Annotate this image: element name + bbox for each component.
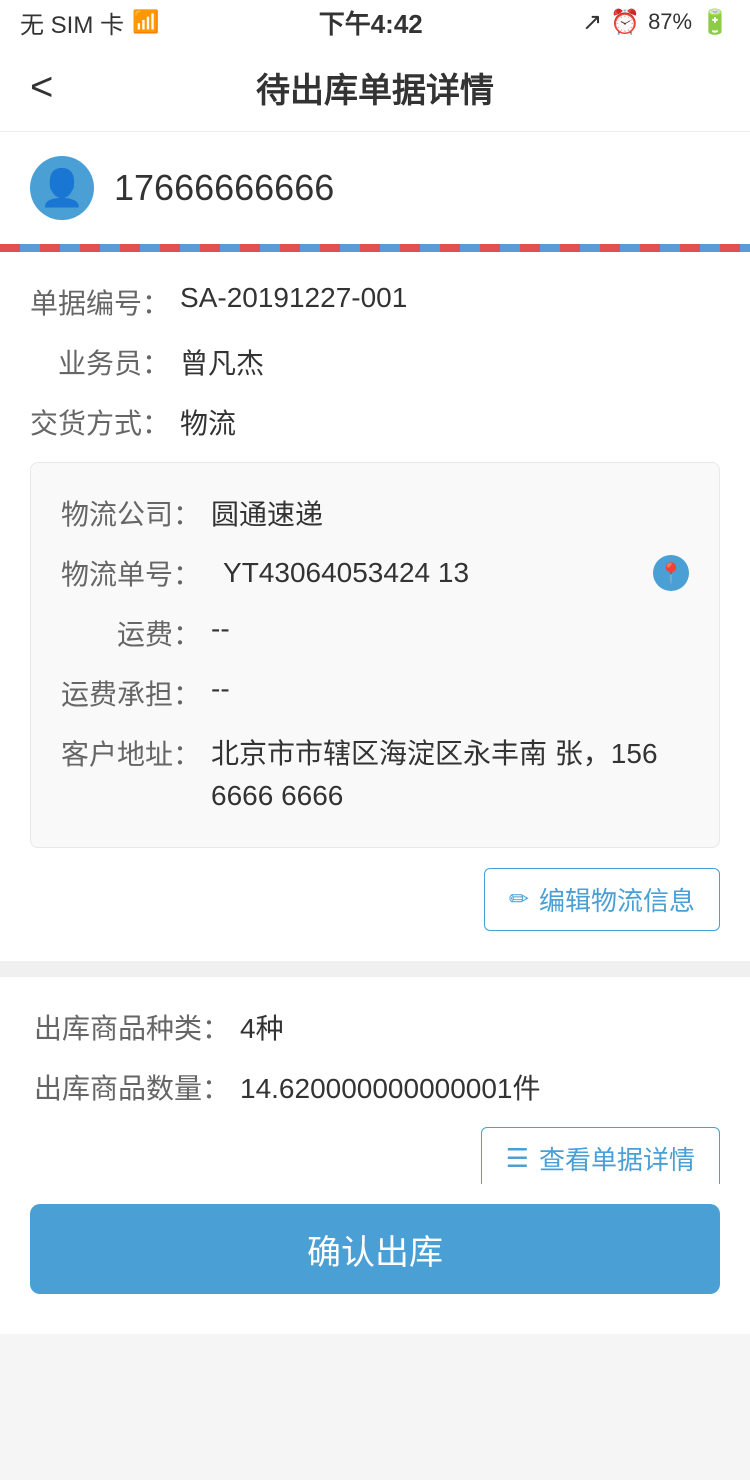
edit-btn-label: 编辑物流信息	[539, 881, 695, 918]
view-detail-button[interactable]: ☰ 查看单据详情	[481, 1127, 720, 1190]
goods-quantity-value: 14.620000000000001件	[240, 1067, 720, 1107]
customer-header: 👤 17666666666	[0, 132, 750, 244]
nav-bar: < 待出库单据详情	[0, 44, 750, 132]
view-detail-btn-row: ☰ 查看单据详情	[30, 1127, 720, 1190]
delivery-label: 交货方式：	[30, 402, 170, 442]
tracking-no-value: YT43064053424 13	[223, 557, 641, 589]
location-icon[interactable]: 📍	[653, 555, 689, 591]
order-no-label: 单据编号：	[30, 282, 170, 322]
salesperson-label: 业务员：	[30, 342, 170, 382]
avatar-icon: 👤	[40, 167, 85, 209]
freight-bear-value: --	[211, 673, 689, 705]
address-label: 客户地址：	[61, 733, 201, 773]
confirm-outbound-button[interactable]: 确认出库	[30, 1204, 720, 1294]
address-row: 客户地址： 北京市市辖区海淀区永丰南 张，156 6666 6666	[61, 733, 689, 817]
status-right: ↗ ⏰ 87% 🔋	[582, 8, 730, 37]
freight-row: 运费： --	[61, 613, 689, 653]
status-left: 无 SIM 卡 📶	[20, 5, 159, 40]
wifi-icon: 📶	[132, 9, 159, 35]
delivery-row: 交货方式： 物流	[30, 402, 720, 442]
location-icon: ↗	[582, 8, 602, 37]
company-value: 圆通速递	[211, 493, 689, 533]
company-label: 物流公司：	[61, 493, 201, 533]
company-row: 物流公司： 圆通速递	[61, 493, 689, 533]
view-detail-label: 查看单据详情	[539, 1140, 695, 1177]
delivery-value: 物流	[180, 402, 720, 442]
alarm-icon: ⏰	[610, 8, 640, 37]
tracking-row: 物流单号： YT43064053424 13 📍	[61, 553, 689, 593]
freight-bear-label: 运费承担：	[61, 673, 201, 713]
order-no-row: 单据编号： SA-20191227-001	[30, 282, 720, 322]
logistics-card: 物流公司： 圆通速递 物流单号： YT43064053424 13 📍 运费： …	[30, 462, 720, 848]
carrier-text: 无 SIM 卡	[20, 5, 124, 40]
goods-types-label: 出库商品种类：	[30, 1007, 230, 1047]
goods-quantity-label: 出库商品数量：	[30, 1067, 230, 1107]
edit-icon: ✏	[509, 885, 529, 914]
confirm-btn-label: 确认出库	[307, 1225, 443, 1274]
tracking-label: 物流单号：	[61, 553, 201, 593]
dashed-divider	[0, 244, 750, 252]
battery-text: 87%	[648, 9, 692, 35]
section-divider	[0, 961, 750, 977]
basic-info-section: 单据编号： SA-20191227-001 业务员： 曾凡杰 交货方式： 物流 …	[0, 252, 750, 961]
salesperson-value: 曾凡杰	[180, 342, 720, 382]
salesperson-row: 业务员： 曾凡杰	[30, 342, 720, 382]
freight-label: 运费：	[61, 613, 201, 653]
goods-types-value: 4种	[240, 1007, 720, 1047]
customer-phone: 17666666666	[114, 167, 334, 209]
back-button[interactable]: <	[30, 65, 53, 110]
bottom-bar: 确认出库	[0, 1184, 750, 1334]
address-value: 北京市市辖区海淀区永丰南 张，156 6666 6666	[211, 733, 689, 817]
status-bar: 无 SIM 卡 📶 下午4:42 ↗ ⏰ 87% 🔋	[0, 0, 750, 44]
battery-icon: 🔋	[700, 8, 730, 37]
freight-bear-row: 运费承担： --	[61, 673, 689, 713]
edit-btn-row: ✏ 编辑物流信息	[30, 868, 720, 931]
avatar: 👤	[30, 156, 94, 220]
order-no-value: SA-20191227-001	[180, 282, 720, 314]
page-title: 待出库单据详情	[256, 63, 494, 112]
time-text: 下午4:42	[319, 4, 423, 41]
goods-types-row: 出库商品种类： 4种	[30, 1007, 720, 1047]
goods-quantity-row: 出库商品数量： 14.620000000000001件	[30, 1067, 720, 1107]
edit-logistics-button[interactable]: ✏ 编辑物流信息	[484, 868, 720, 931]
back-icon: <	[30, 65, 53, 109]
freight-value: --	[211, 613, 689, 645]
view-detail-icon: ☰	[506, 1143, 529, 1174]
